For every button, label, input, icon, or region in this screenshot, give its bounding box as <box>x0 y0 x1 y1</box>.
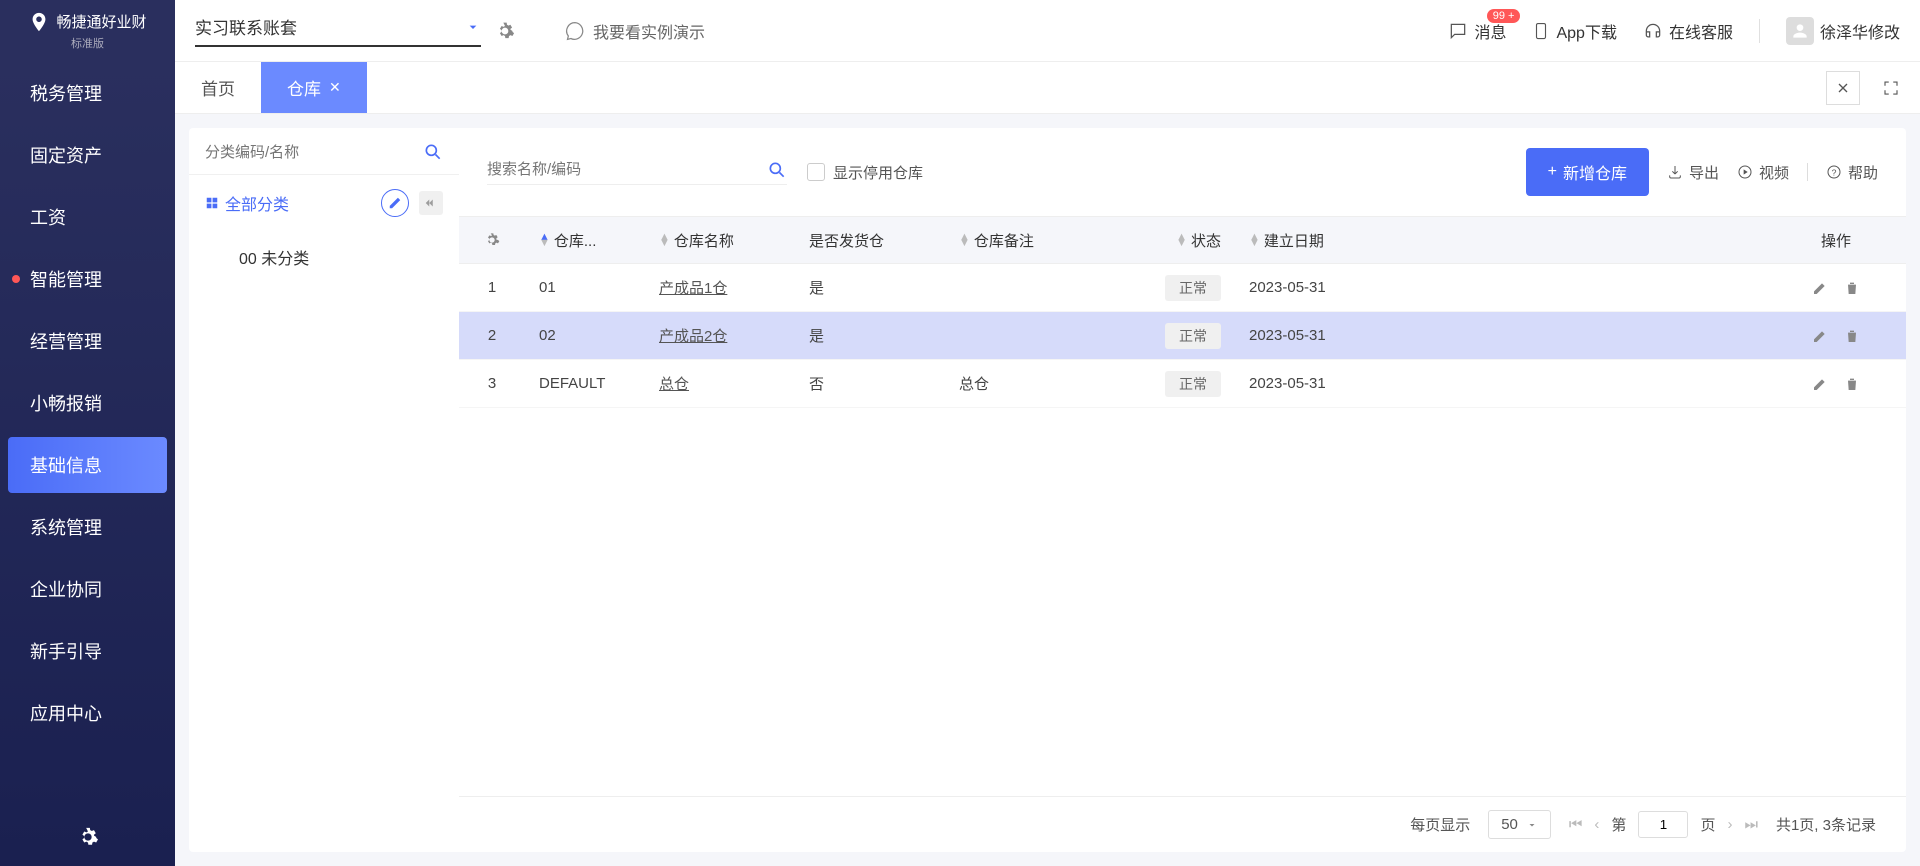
sidebar-item[interactable]: 工资 <box>0 186 175 248</box>
warehouse-link[interactable]: 产成品2仓 <box>659 325 727 346</box>
th-note[interactable]: ▲▼仓库备注 <box>945 230 1095 251</box>
prev-page-button[interactable]: ‹ <box>1594 816 1599 833</box>
edit-row-button[interactable] <box>1812 328 1828 344</box>
close-all-tabs[interactable] <box>1826 71 1860 105</box>
play-icon <box>1737 164 1753 180</box>
th-name[interactable]: ▲▼仓库名称 <box>645 230 795 251</box>
account-selector[interactable]: 实习联系账套 <box>195 14 481 47</box>
last-page-button[interactable]: ⏭ <box>1744 816 1758 833</box>
category-panel: 全部分类 00 未分类 <box>189 128 459 852</box>
edit-row-button[interactable] <box>1812 376 1828 392</box>
phone-icon <box>1532 21 1550 41</box>
gear-icon <box>77 826 99 848</box>
brand-icon <box>28 11 50 33</box>
search-icon[interactable] <box>423 142 443 162</box>
sidebar: 税务管理固定资产工资智能管理经营管理小畅报销基础信息系统管理企业协同新手引导应用… <box>0 62 175 866</box>
column-settings[interactable] <box>459 232 525 248</box>
new-warehouse-button[interactable]: + 新增仓库 <box>1526 148 1649 196</box>
show-disabled-checkbox[interactable]: 显示停用仓库 <box>807 162 923 183</box>
search-icon[interactable] <box>767 160 787 180</box>
brand-logo: 畅捷通好业财 标准版 <box>0 0 175 62</box>
category-search-input[interactable] <box>205 144 423 161</box>
status-badge: 正常 <box>1165 323 1221 349</box>
sidebar-item[interactable]: 新手引导 <box>0 620 175 682</box>
th-ops: 操作 <box>1766 230 1906 251</box>
edit-row-button[interactable] <box>1812 280 1828 296</box>
next-page-button[interactable]: › <box>1727 816 1732 833</box>
th-date[interactable]: ▲▼建立日期 <box>1235 230 1766 251</box>
help-icon: ? <box>1826 164 1842 180</box>
category-edit-button[interactable] <box>381 189 409 217</box>
support-button[interactable]: 在线客服 <box>1643 19 1733 43</box>
edit-icon <box>388 196 402 210</box>
export-button[interactable]: 导出 <box>1667 162 1719 183</box>
notification-dot <box>12 275 20 283</box>
message-icon <box>1448 21 1468 41</box>
sidebar-item[interactable]: 企业协同 <box>0 558 175 620</box>
sidebar-item[interactable]: 小畅报销 <box>0 372 175 434</box>
category-all[interactable]: 全部分类 <box>205 191 371 215</box>
close-icon[interactable]: ✕ <box>329 79 341 96</box>
th-ship: 是否发货仓 <box>795 230 945 251</box>
table-row[interactable]: 1 01 产成品1仓 是 正常 2023-05-31 <box>459 264 1906 312</box>
speech-icon <box>565 21 585 41</box>
sidebar-item[interactable]: 应用中心 <box>0 682 175 744</box>
video-button[interactable]: 视频 <box>1737 162 1789 183</box>
chevron-left-icon <box>424 196 438 210</box>
sidebar-item[interactable]: 税务管理 <box>0 62 175 124</box>
sidebar-item[interactable]: 固定资产 <box>0 124 175 186</box>
plus-icon: + <box>1548 163 1557 181</box>
pager-summary: 共1页, 3条记录 <box>1776 814 1876 835</box>
delete-row-button[interactable] <box>1844 280 1860 296</box>
tab-warehouse[interactable]: 仓库 ✕ <box>261 62 367 113</box>
sidebar-item[interactable]: 基础信息 <box>8 437 167 493</box>
status-badge: 正常 <box>1165 275 1221 301</box>
table-row[interactable]: 2 02 产成品2仓 是 正常 2023-05-31 <box>459 312 1906 360</box>
chevron-down-icon <box>465 19 481 35</box>
sidebar-item[interactable]: 经营管理 <box>0 310 175 372</box>
page-size-select[interactable]: 50 <box>1488 810 1551 839</box>
search-input[interactable] <box>487 161 767 178</box>
gear-icon <box>484 232 500 248</box>
settings-icon[interactable] <box>495 21 515 41</box>
status-badge: 正常 <box>1165 371 1221 397</box>
brand-edition: 标准版 <box>71 35 104 51</box>
per-page-label: 每页显示 <box>1410 814 1470 835</box>
warehouse-link[interactable]: 产成品1仓 <box>659 277 727 298</box>
message-button[interactable]: 消息 99 + <box>1448 19 1506 43</box>
delete-row-button[interactable] <box>1844 376 1860 392</box>
collapse-panel-button[interactable] <box>419 191 443 215</box>
account-name: 实习联系账套 <box>195 14 297 39</box>
warehouse-link[interactable]: 总仓 <box>659 373 689 394</box>
category-item[interactable]: 00 未分类 <box>189 231 459 283</box>
brand-name: 畅捷通好业财 <box>56 11 146 32</box>
message-badge: 99 + <box>1487 9 1521 23</box>
user-menu[interactable]: 徐泽华修改 <box>1786 17 1900 45</box>
avatar-icon <box>1786 17 1814 45</box>
th-status[interactable]: ▲▼状态 <box>1095 230 1235 251</box>
table-row[interactable]: 3 DEFAULT 总仓 否 总仓 正常 2023-05-31 <box>459 360 1906 408</box>
tab-home[interactable]: 首页 <box>175 62 261 113</box>
export-icon <box>1667 164 1683 180</box>
chevron-down-icon <box>1526 819 1538 831</box>
first-page-button[interactable]: ⏮ <box>1569 816 1583 833</box>
page-number-input[interactable] <box>1638 811 1688 838</box>
checkbox-icon <box>807 163 825 181</box>
headset-icon <box>1643 21 1663 41</box>
demo-link[interactable]: 我要看实例演示 <box>565 19 705 43</box>
fullscreen-button[interactable] <box>1874 71 1908 105</box>
svg-text:?: ? <box>1832 167 1837 177</box>
help-button[interactable]: ? 帮助 <box>1826 162 1878 183</box>
sidebar-settings[interactable] <box>0 808 175 866</box>
delete-row-button[interactable] <box>1844 328 1860 344</box>
app-download-button[interactable]: App下载 <box>1532 19 1616 43</box>
grid-icon <box>205 196 219 210</box>
sidebar-item[interactable]: 系统管理 <box>0 496 175 558</box>
sidebar-item[interactable]: 智能管理 <box>0 248 175 310</box>
th-code[interactable]: ▲▼仓库... <box>525 230 645 251</box>
